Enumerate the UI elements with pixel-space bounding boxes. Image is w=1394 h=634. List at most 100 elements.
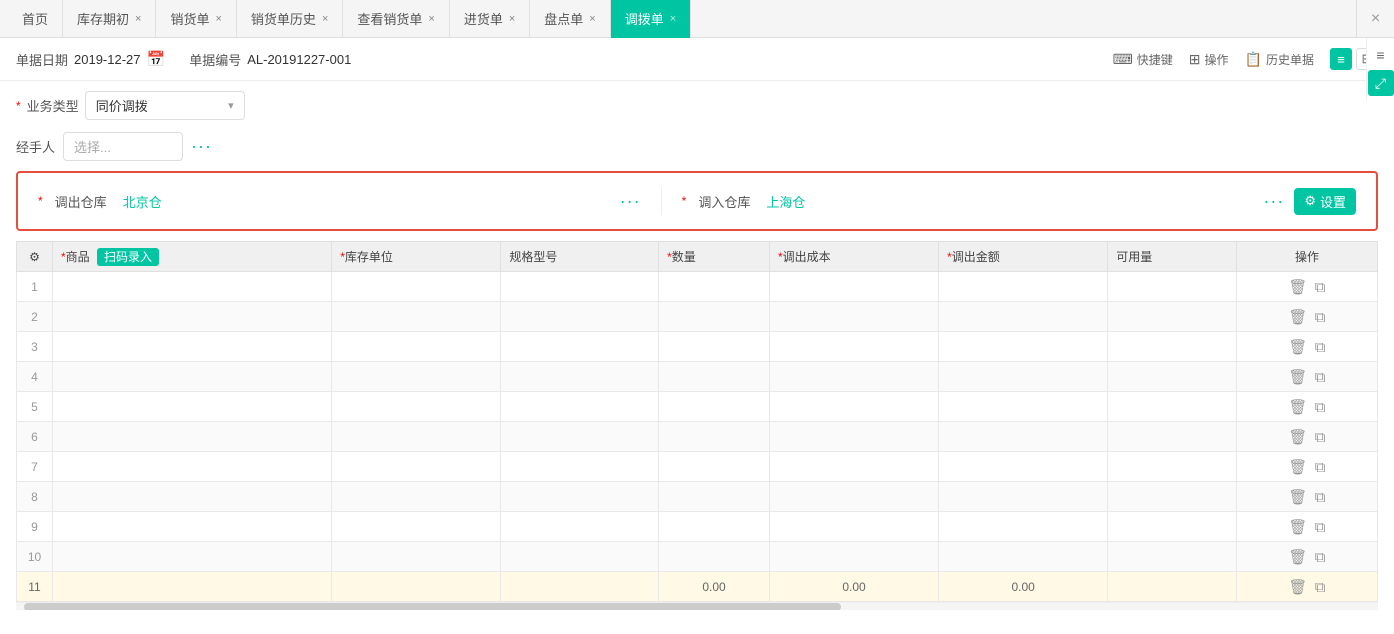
copy-icon-1[interactable]: ⧉	[1315, 279, 1326, 296]
cell-available-8[interactable]	[1108, 482, 1237, 512]
cell-cost-8[interactable]	[769, 482, 938, 512]
cell-available-6[interactable]	[1108, 422, 1237, 452]
cell-quantity-2[interactable]	[659, 302, 770, 332]
cell-product-6[interactable]	[53, 422, 332, 452]
tab-inventory-init-close[interactable]: ×	[135, 13, 141, 25]
cell-amount-7[interactable]	[939, 452, 1108, 482]
cell-quantity-3[interactable]	[659, 332, 770, 362]
cell-unit-8[interactable]	[332, 482, 501, 512]
cell-product-3[interactable]	[53, 332, 332, 362]
cell-cost-4[interactable]	[769, 362, 938, 392]
cell-spec-2[interactable]	[501, 302, 659, 332]
cell-available-7[interactable]	[1108, 452, 1237, 482]
cell-quantity-6[interactable]	[659, 422, 770, 452]
cell-unit-10[interactable]	[332, 542, 501, 572]
scrollbar-thumb[interactable]	[24, 603, 841, 610]
sidebar-list-icon[interactable]: ≡	[1368, 42, 1394, 68]
scan-button[interactable]: 扫码录入	[97, 248, 159, 266]
cell-spec-11[interactable]	[501, 572, 659, 602]
cell-product-9[interactable]	[53, 512, 332, 542]
tab-sales-order[interactable]: 销货单 ×	[156, 0, 236, 38]
cell-available-5[interactable]	[1108, 392, 1237, 422]
tab-purchase-order[interactable]: 进货单 ×	[450, 0, 530, 38]
handler-dropdown[interactable]: 选择...	[63, 132, 183, 161]
copy-icon-4[interactable]: ⧉	[1315, 369, 1326, 386]
delete-icon-6[interactable]: 🗑	[1288, 428, 1307, 446]
cell-spec-8[interactable]	[501, 482, 659, 512]
cell-product-7[interactable]	[53, 452, 332, 482]
cell-unit-2[interactable]	[332, 302, 501, 332]
cell-available-10[interactable]	[1108, 542, 1237, 572]
cell-cost-7[interactable]	[769, 452, 938, 482]
cell-cost-9[interactable]	[769, 512, 938, 542]
warehouse-in-more-button[interactable]: ···	[1263, 191, 1284, 212]
tab-inventory-check-close[interactable]: ×	[589, 13, 595, 25]
tab-home[interactable]: 首页	[8, 0, 63, 38]
business-type-dropdown[interactable]: 同价调拨 ▾	[85, 91, 245, 120]
cell-spec-7[interactable]	[501, 452, 659, 482]
cell-unit-3[interactable]	[332, 332, 501, 362]
cell-spec-6[interactable]	[501, 422, 659, 452]
calendar-icon[interactable]: 📅	[147, 50, 166, 68]
delete-icon-1[interactable]: 🗑	[1288, 278, 1307, 296]
cell-cost-10[interactable]	[769, 542, 938, 572]
settings-button[interactable]: ⚙ 设置	[1294, 188, 1356, 215]
cell-spec-3[interactable]	[501, 332, 659, 362]
cell-quantity-7[interactable]	[659, 452, 770, 482]
cell-quantity-8[interactable]	[659, 482, 770, 512]
cell-amount-8[interactable]	[939, 482, 1108, 512]
cell-amount-6[interactable]	[939, 422, 1108, 452]
cell-unit-11[interactable]	[332, 572, 501, 602]
tab-inventory-check[interactable]: 盘点单 ×	[530, 0, 610, 38]
warehouse-out-more-button[interactable]: ···	[620, 191, 641, 212]
operations-button[interactable]: ⊞ 操作	[1189, 51, 1229, 68]
delete-icon-5[interactable]: 🗑	[1288, 398, 1307, 416]
cell-cost-1[interactable]	[769, 272, 938, 302]
cell-product-8[interactable]	[53, 482, 332, 512]
cell-spec-10[interactable]	[501, 542, 659, 572]
cell-spec-9[interactable]	[501, 512, 659, 542]
cell-quantity-5[interactable]	[659, 392, 770, 422]
tab-sales-order-close[interactable]: ×	[215, 13, 221, 25]
tab-sales-history-close[interactable]: ×	[322, 13, 328, 25]
cell-quantity-4[interactable]	[659, 362, 770, 392]
delete-icon-10[interactable]: 🗑	[1288, 548, 1307, 566]
cell-product-4[interactable]	[53, 362, 332, 392]
cell-quantity-9[interactable]	[659, 512, 770, 542]
th-settings[interactable]: ⚙	[17, 242, 53, 272]
window-close-button[interactable]: ×	[1356, 0, 1394, 38]
cell-amount-10[interactable]	[939, 542, 1108, 572]
delete-icon-4[interactable]: 🗑	[1288, 368, 1307, 386]
cell-amount-4[interactable]	[939, 362, 1108, 392]
copy-icon-2[interactable]: ⧉	[1315, 309, 1326, 326]
copy-icon-5[interactable]: ⧉	[1315, 399, 1326, 416]
tab-view-sales-close[interactable]: ×	[428, 13, 434, 25]
tab-sales-history[interactable]: 销货单历史 ×	[237, 0, 343, 38]
delete-icon-7[interactable]: 🗑	[1288, 458, 1307, 476]
sidebar-expand-icon[interactable]: ⤢	[1368, 70, 1394, 96]
tab-purchase-order-close[interactable]: ×	[509, 13, 515, 25]
cell-amount-9[interactable]	[939, 512, 1108, 542]
layout-icon-list[interactable]: ≡	[1330, 48, 1352, 70]
handler-more-button[interactable]: ···	[191, 136, 212, 157]
copy-icon-8[interactable]: ⧉	[1315, 489, 1326, 506]
copy-icon-3[interactable]: ⧉	[1315, 339, 1326, 356]
cell-cost-2[interactable]	[769, 302, 938, 332]
cell-cost-6[interactable]	[769, 422, 938, 452]
cell-amount-2[interactable]	[939, 302, 1108, 332]
cell-available-3[interactable]	[1108, 332, 1237, 362]
cell-available-4[interactable]	[1108, 362, 1237, 392]
cell-product-5[interactable]	[53, 392, 332, 422]
cell-available-1[interactable]	[1108, 272, 1237, 302]
copy-icon-7[interactable]: ⧉	[1315, 459, 1326, 476]
cell-spec-5[interactable]	[501, 392, 659, 422]
tab-transfer-order-close[interactable]: ×	[670, 13, 676, 25]
delete-icon-9[interactable]: 🗑	[1288, 518, 1307, 536]
copy-icon-10[interactable]: ⧉	[1315, 549, 1326, 566]
cell-unit-6[interactable]	[332, 422, 501, 452]
cell-cost-5[interactable]	[769, 392, 938, 422]
cell-unit-9[interactable]	[332, 512, 501, 542]
cell-unit-7[interactable]	[332, 452, 501, 482]
cell-amount-5[interactable]	[939, 392, 1108, 422]
delete-icon-2[interactable]: 🗑	[1288, 308, 1307, 326]
